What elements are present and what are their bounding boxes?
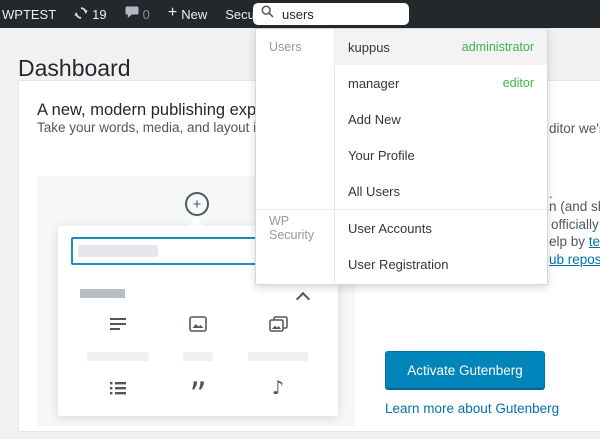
search-icon bbox=[261, 5, 274, 23]
audio-block-icon: ♪ bbox=[238, 378, 318, 398]
placeholder-bar bbox=[87, 352, 149, 361]
inserter-plus-icon: + bbox=[185, 192, 209, 216]
list-block-icon bbox=[78, 378, 158, 398]
gutenberg-subtext-right-fragment: ditor we'r bbox=[549, 121, 600, 136]
section-label-skeleton bbox=[80, 289, 125, 298]
admin-search-results-dropdown: Users kuppus administrator manager edito… bbox=[255, 28, 548, 285]
plus-icon: + bbox=[168, 5, 177, 21]
wordpress-dashboard-page: Dashboard A new, modern publishing exp T… bbox=[0, 0, 600, 439]
updates-icon bbox=[74, 6, 88, 23]
comments-menu[interactable]: 0 bbox=[116, 0, 159, 28]
comment-count: 0 bbox=[143, 7, 150, 22]
chevron-up-icon bbox=[296, 292, 310, 306]
updates-menu[interactable]: 19 bbox=[65, 0, 115, 28]
right-text-fragment-4: ub reposit bbox=[549, 252, 600, 267]
search-result-your-profile[interactable]: Your Profile bbox=[334, 137, 547, 173]
placeholder-bar bbox=[183, 352, 213, 361]
learn-more-gutenberg-link[interactable]: Learn more about Gutenberg bbox=[385, 401, 559, 416]
search-result-user-registration[interactable]: User Registration bbox=[334, 246, 547, 282]
comment-bubble-icon bbox=[125, 6, 139, 22]
page-title: Dashboard bbox=[18, 55, 131, 82]
site-name-menu[interactable]: WPTEST bbox=[0, 0, 65, 28]
new-content-menu[interactable]: + New bbox=[159, 0, 216, 28]
popover-caret bbox=[188, 216, 204, 226]
dropdown-column-divider bbox=[334, 29, 335, 284]
wp-admin-bar: WPTEST 19 0 + New Security bbox=[0, 0, 600, 28]
github-repository-link-fragment[interactable]: ub reposit bbox=[549, 252, 600, 267]
search-result-user-kuppus[interactable]: kuppus administrator bbox=[334, 29, 547, 65]
search-result-all-users[interactable]: All Users bbox=[334, 173, 547, 209]
image-block-icon bbox=[158, 314, 238, 334]
gallery-block-icon bbox=[238, 314, 318, 334]
gutenberg-heading: A new, modern publishing exp bbox=[37, 101, 256, 120]
gutenberg-subtext-left: Take your words, media, and layout i bbox=[37, 120, 256, 135]
fragment-text: elp by bbox=[549, 234, 589, 249]
placeholder-bar bbox=[248, 352, 308, 361]
right-text-fragment-1: n (and shar bbox=[549, 199, 600, 214]
admin-search-box[interactable] bbox=[253, 3, 409, 25]
testing-link-fragment[interactable]: test bbox=[589, 234, 600, 249]
role-badge: editor bbox=[503, 76, 534, 90]
search-result-add-new[interactable]: Add New bbox=[334, 101, 547, 137]
admin-search-input[interactable] bbox=[280, 6, 394, 23]
placeholder-bar bbox=[78, 245, 158, 257]
activate-gutenberg-button[interactable]: Activate Gutenberg bbox=[385, 351, 545, 390]
dropdown-section-users: Users bbox=[256, 29, 334, 65]
search-result-user-accounts[interactable]: User Accounts bbox=[334, 210, 547, 246]
search-result-user-manager[interactable]: manager editor bbox=[334, 65, 547, 101]
dropdown-section-wp-security: WP Security bbox=[256, 210, 334, 246]
update-count: 19 bbox=[92, 7, 106, 22]
right-text-fragment-2: officially r bbox=[551, 217, 600, 232]
paragraph-block-icon bbox=[78, 314, 158, 334]
quote-block-icon: ” bbox=[158, 378, 238, 398]
role-badge: administrator bbox=[462, 40, 534, 54]
right-text-fragment-3: elp by test bbox=[549, 234, 600, 249]
